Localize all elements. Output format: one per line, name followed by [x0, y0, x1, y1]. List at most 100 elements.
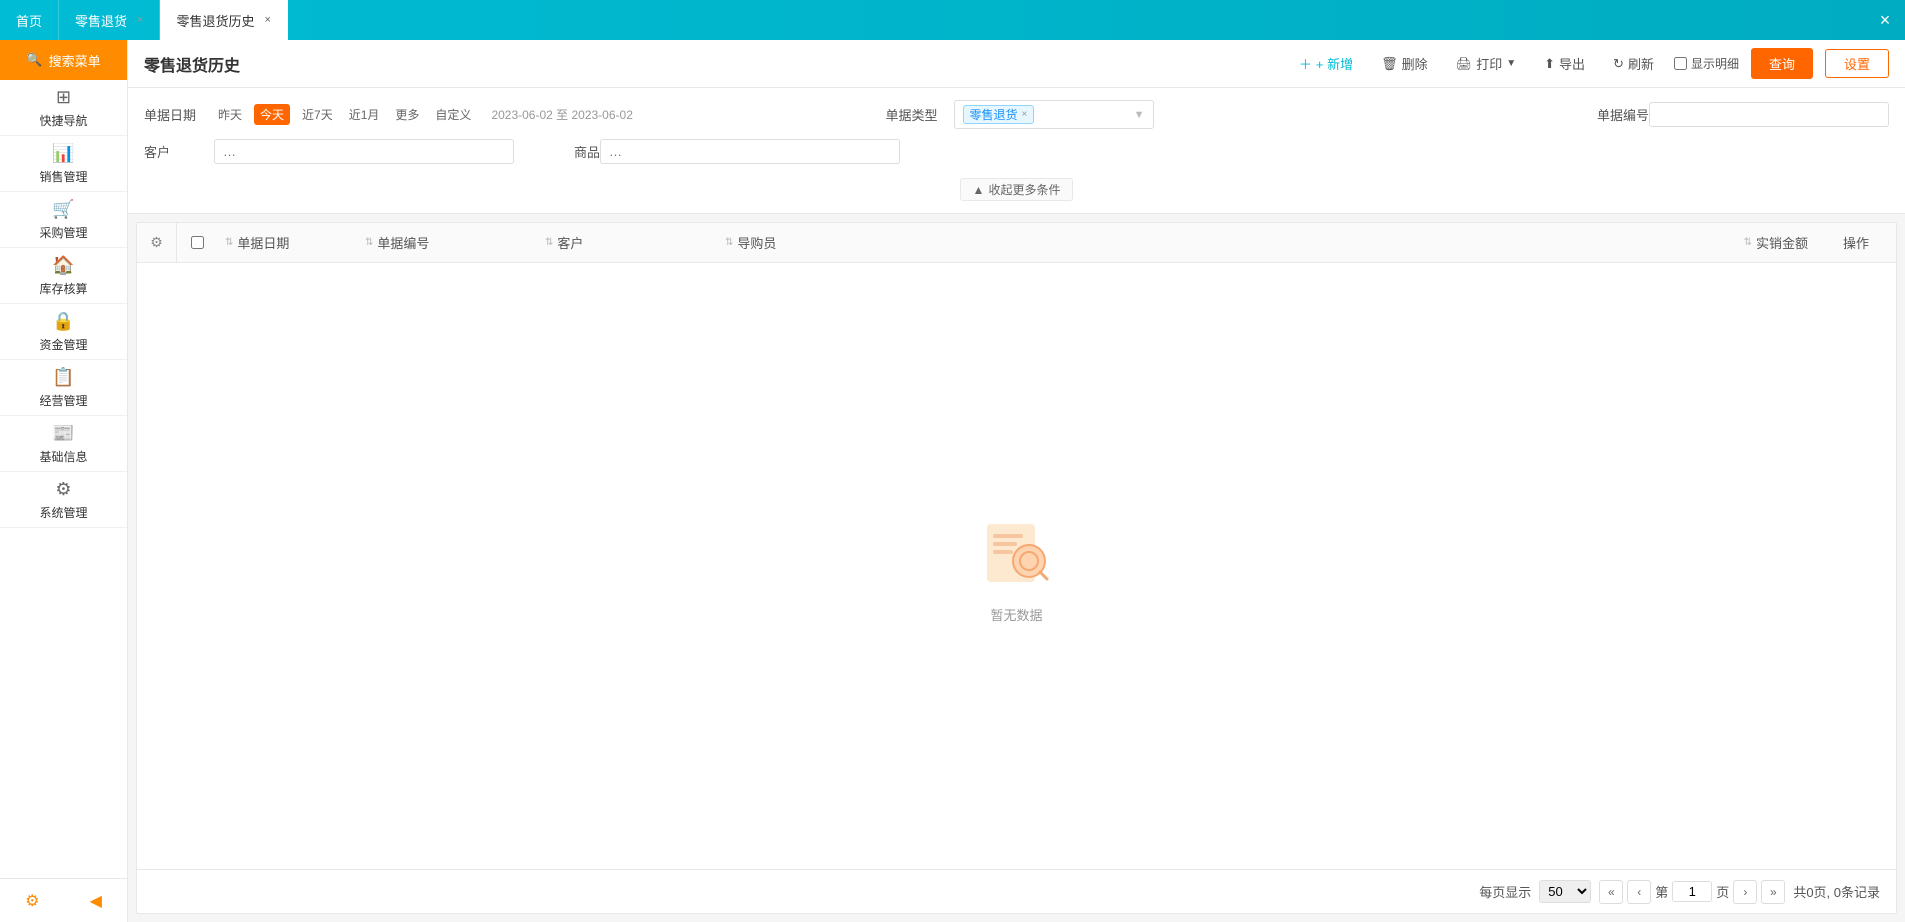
sidebar-item-system[interactable]: ⚙ 系统管理 [0, 472, 127, 528]
collapse-row: ▲ 收起更多条件 [144, 174, 1889, 205]
page-size-select[interactable]: 50 100 200 [1539, 880, 1591, 903]
sidebar-item-operations[interactable]: 📋 经营管理 [0, 360, 127, 416]
sidebar: 🔍 搜索菜单 ⊞ 快捷导航 📊 销售管理 🛒 采购管理 🏠 库存核算 🔒 资金管… [0, 40, 128, 922]
collapse-icon: ▲ [973, 183, 985, 197]
sidebar-item-quick-nav[interactable]: ⊞ 快捷导航 [0, 80, 127, 136]
empty-icon [977, 509, 1057, 589]
page-label: 第 [1655, 882, 1668, 901]
date-btn-7days[interactable]: 近7天 [298, 104, 337, 125]
sidebar-collapse-icon[interactable]: ◀ [90, 891, 102, 911]
date-btn-today[interactable]: 今天 [254, 104, 290, 125]
print-label: 打印 [1476, 54, 1502, 73]
type-tag-label: 零售退货 [970, 106, 1018, 123]
th-action: 操作 [1816, 233, 1896, 252]
type-label: 单据类型 [886, 105, 938, 124]
date-btn-1month[interactable]: 近1月 [345, 104, 384, 125]
tab-home[interactable]: 首页 [0, 0, 59, 40]
select-all-checkbox[interactable] [191, 236, 204, 249]
operations-icon: 📋 [52, 367, 74, 388]
th-checkbox[interactable] [177, 236, 217, 249]
type-tag-close[interactable]: × [1022, 109, 1028, 120]
export-button[interactable]: ⬆ 导出 [1536, 50, 1593, 77]
date-btn-custom[interactable]: 自定义 [431, 104, 475, 125]
show-detail-label: 显示明细 [1691, 55, 1739, 72]
sidebar-settings-icon[interactable]: ⚙ [25, 891, 39, 911]
th-guide: ⇅ 导购员 [717, 233, 877, 252]
th-settings[interactable]: ⚙ [137, 223, 177, 263]
id-label: 单据编号 [1597, 105, 1649, 124]
sort-icon-amount[interactable]: ⇅ [1744, 237, 1752, 248]
finance-icon: 🔒 [52, 311, 74, 332]
print-dropdown-icon: ▼ [1506, 58, 1516, 69]
sidebar-item-sales-mgmt[interactable]: 📊 销售管理 [0, 136, 127, 192]
collapse-button[interactable]: ▲ 收起更多条件 [960, 178, 1074, 201]
new-button[interactable]: ＋ + 新增 [1291, 50, 1361, 77]
date-btn-more[interactable]: 更多 [391, 104, 423, 125]
search-icon: 🔍 [26, 52, 42, 68]
goods-label: 商品 [574, 142, 600, 161]
page-nav: « ‹ 第 页 › » [1599, 880, 1785, 904]
refresh-button[interactable]: ↻ 刷新 [1605, 50, 1662, 77]
quick-nav-icon: ⊞ [56, 87, 71, 108]
filter-type-section: 单据类型 零售退货 × ▼ [886, 100, 1558, 129]
sidebar-item-finance[interactable]: 🔒 资金管理 [0, 304, 127, 360]
tab-return-close[interactable]: × [137, 14, 143, 26]
date-btn-yesterday[interactable]: 昨天 [214, 104, 246, 125]
table-wrapper: ⚙ ⇅ 单据日期 ⇅ 单据编号 ⇅ 客户 ⇅ [136, 222, 1897, 914]
page-prev-button[interactable]: ‹ [1627, 880, 1651, 904]
page-last-button[interactable]: » [1761, 880, 1785, 904]
page-next-button[interactable]: › [1733, 880, 1757, 904]
print-button[interactable]: 🖨 打印 ▼ [1448, 50, 1524, 77]
sidebar-item-quick-nav-label: 快捷导航 [39, 112, 87, 129]
basic-info-icon: 📰 [52, 423, 74, 444]
th-guide-label: 导购员 [737, 233, 776, 252]
sidebar-search[interactable]: 🔍 搜索菜单 [0, 40, 127, 80]
sidebar-item-inventory[interactable]: 🏠 库存核算 [0, 248, 127, 304]
new-icon: ＋ [1299, 54, 1312, 73]
page-next-icon: › [1743, 885, 1747, 899]
sidebar-item-basic-info[interactable]: 📰 基础信息 [0, 416, 127, 472]
collapse-label: 收起更多条件 [988, 181, 1060, 198]
query-button[interactable]: 查询 [1751, 48, 1813, 79]
tab-return[interactable]: 零售退货 × [59, 0, 160, 40]
sort-icon-guide[interactable]: ⇅ [725, 237, 733, 248]
delete-button[interactable]: 🗑 删除 [1373, 50, 1436, 77]
settings-button[interactable]: 设置 [1825, 49, 1889, 78]
type-dropdown-icon: ▼ [1134, 109, 1145, 121]
tab-return-history-close[interactable]: × [264, 14, 270, 26]
th-order-label: 单据编号 [377, 233, 429, 252]
filter-dates: 昨天 今天 近7天 近1月 更多 自定义 2023-06-02 至 2023-0… [214, 104, 886, 125]
th-order: ⇅ 单据编号 [357, 233, 537, 252]
sidebar-item-inventory-label: 库存核算 [39, 280, 87, 297]
refresh-icon: ↻ [1613, 56, 1624, 72]
page-size-label: 每页显示 [1479, 882, 1531, 901]
page-input[interactable] [1672, 881, 1712, 902]
tab-return-history[interactable]: 零售退货历史 × [160, 0, 287, 40]
type-select[interactable]: 零售退货 × ▼ [954, 100, 1154, 129]
settings-icon: ⚙ [150, 234, 163, 251]
sort-icon-date[interactable]: ⇅ [225, 237, 233, 248]
sales-mgmt-icon: 📊 [52, 143, 74, 164]
customer-input[interactable] [214, 139, 514, 164]
id-input[interactable] [1649, 102, 1889, 127]
sidebar-search-label: 搜索菜单 [49, 51, 101, 70]
page-first-button[interactable]: « [1599, 880, 1623, 904]
sort-icon-order[interactable]: ⇅ [365, 237, 373, 248]
window-close-button[interactable]: × [1865, 0, 1905, 40]
show-detail-input[interactable] [1674, 57, 1687, 70]
inventory-icon: 🏠 [52, 255, 74, 276]
delete-icon: 🗑 [1381, 56, 1398, 72]
toolbar: ＋ + 新增 🗑 删除 🖨 打印 ▼ ⬆ 导出 ↻ [1291, 48, 1889, 79]
goods-input[interactable] [600, 139, 900, 164]
page-first-icon: « [1608, 885, 1615, 899]
show-detail-checkbox[interactable]: 显示明细 [1674, 55, 1739, 72]
th-customer-label: 客户 [557, 233, 583, 252]
filter-row-customer: 客户 商品 [144, 139, 1889, 164]
content-area: 零售退货历史 ＋ + 新增 🗑 删除 🖨 打印 ▼ ⬆ 导出 [128, 40, 1905, 922]
sidebar-item-purchase-mgmt[interactable]: 🛒 采购管理 [0, 192, 127, 248]
tab-return-history-label: 零售退货历史 [176, 11, 254, 30]
sort-icon-customer[interactable]: ⇅ [545, 237, 553, 248]
sidebar-item-finance-label: 资金管理 [39, 336, 87, 353]
sidebar-bottom: ⚙ ◀ [0, 878, 127, 922]
delete-label: 删除 [1402, 54, 1428, 73]
